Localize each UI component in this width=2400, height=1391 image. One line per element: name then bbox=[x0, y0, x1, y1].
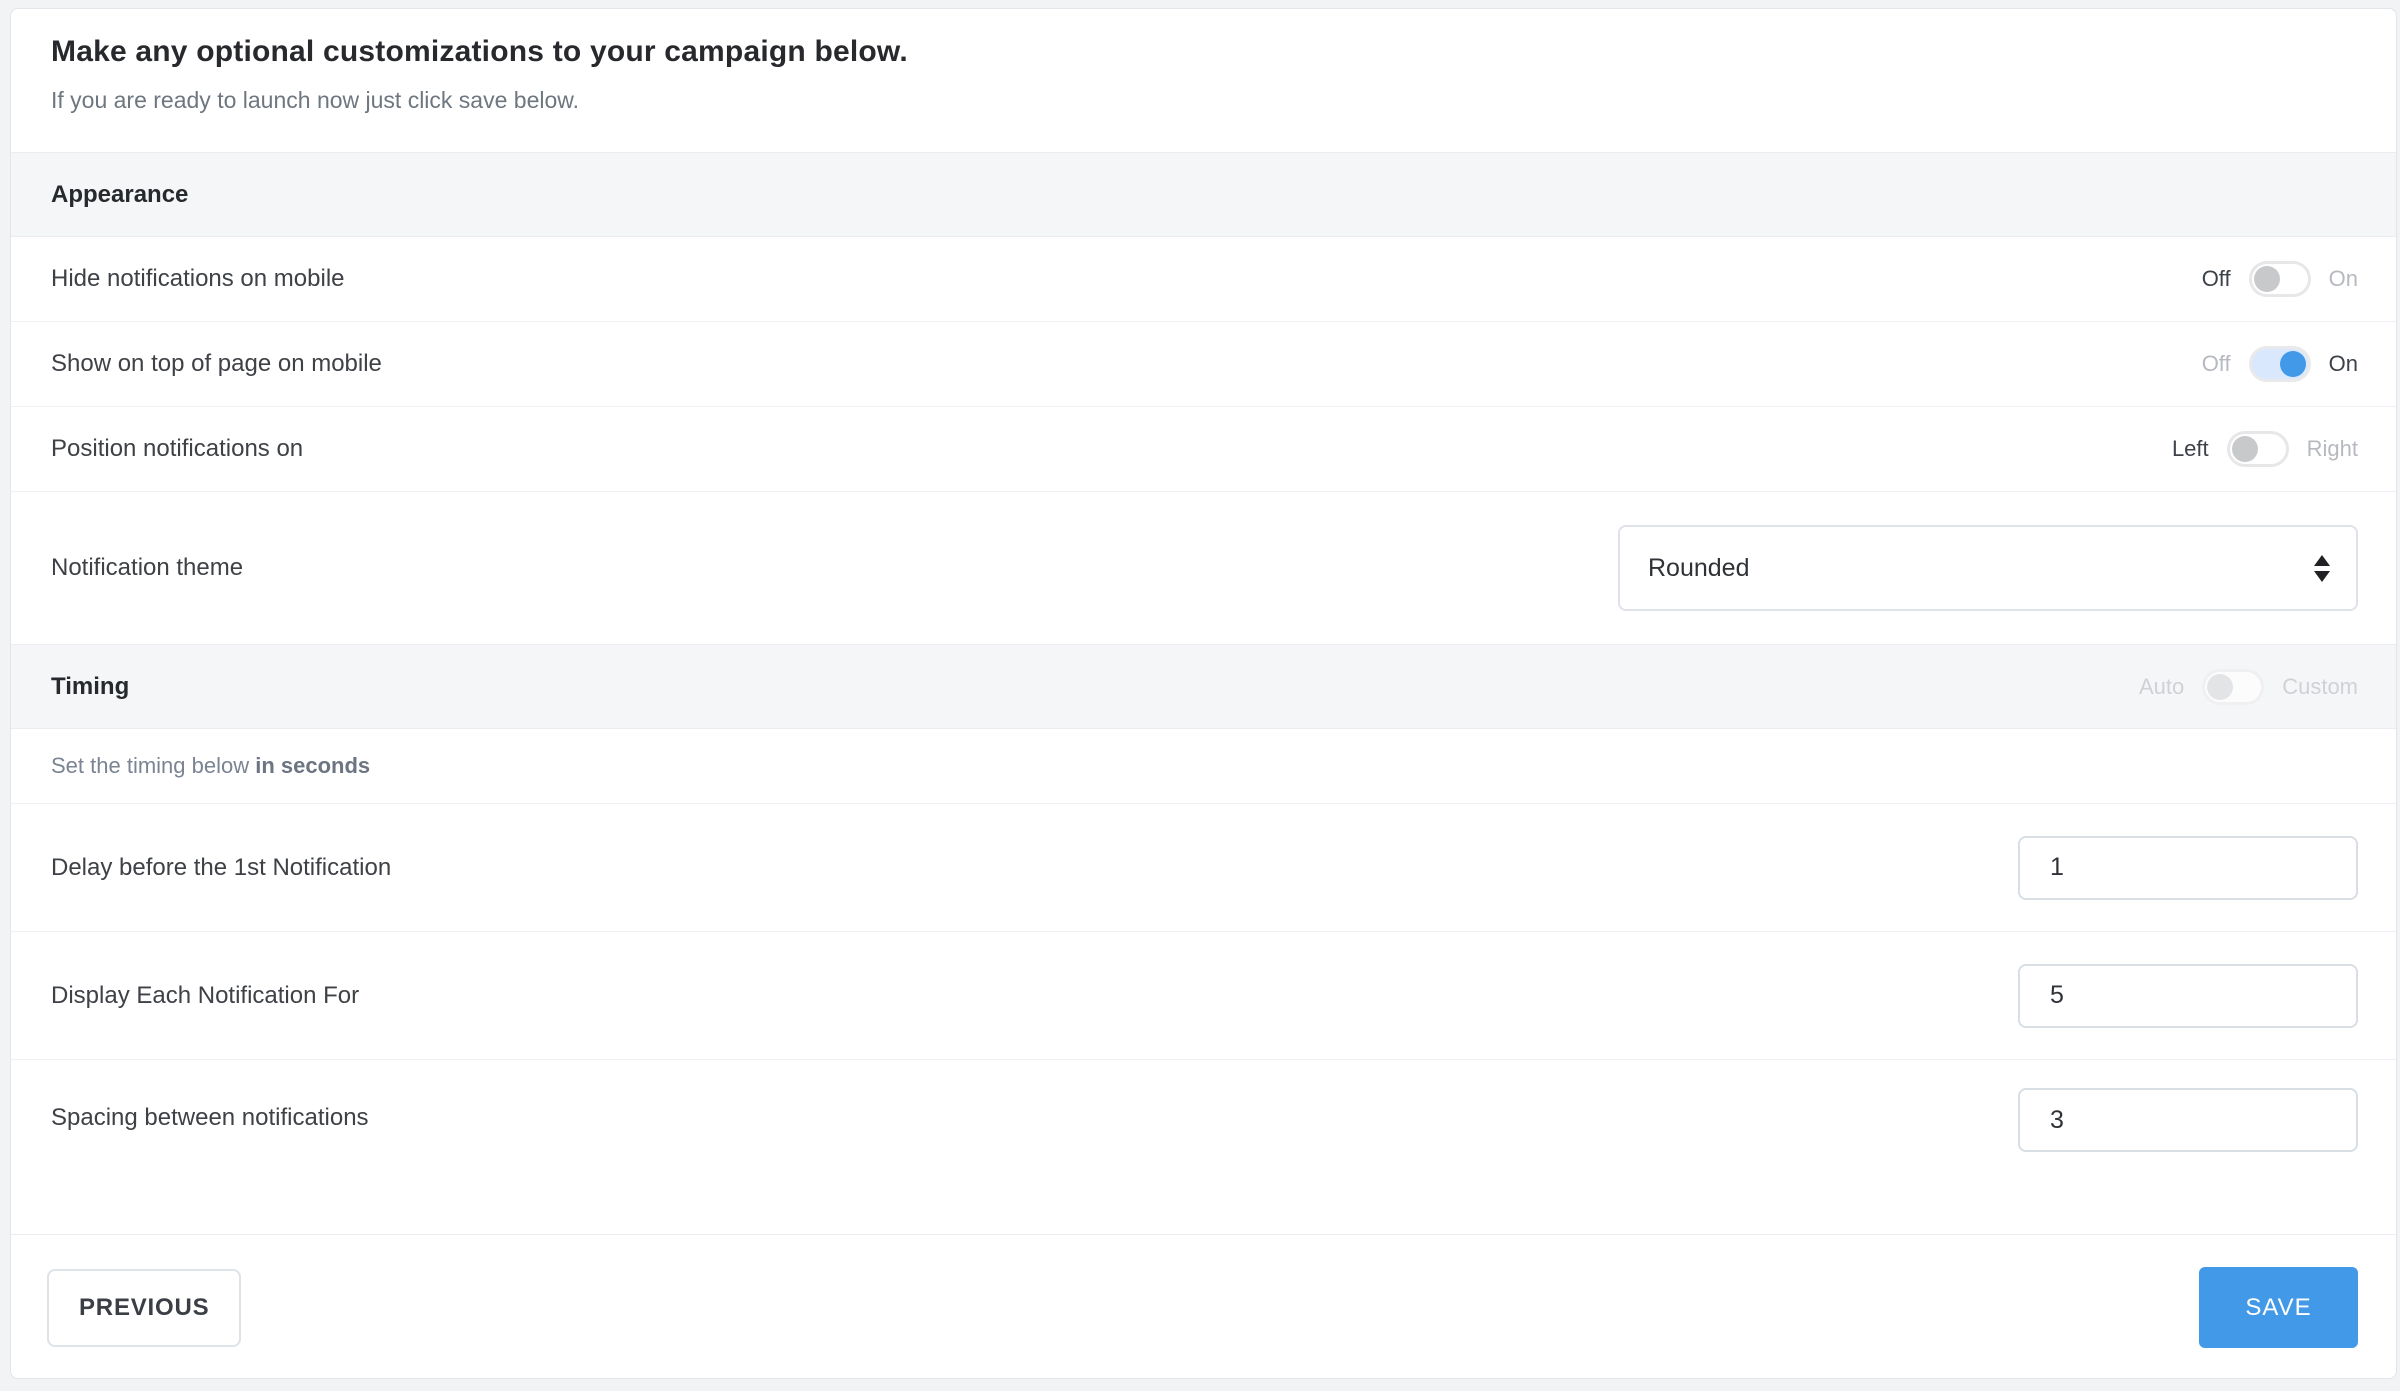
previous-button[interactable]: PREVIOUS bbox=[47, 1268, 242, 1347]
position-notifications-label: Position notifications on bbox=[51, 435, 304, 462]
row-position-notifications: Position notifications on Left Right bbox=[11, 407, 2396, 492]
timing-mode-toggle-group: Auto Custom bbox=[2138, 668, 2358, 705]
display-each-notification-label: Display Each Notification For bbox=[51, 981, 360, 1009]
notification-theme-label: Notification theme bbox=[51, 554, 244, 581]
hide-notifications-on-label: On bbox=[2328, 266, 2358, 291]
switch-knob bbox=[2207, 673, 2234, 700]
hide-notifications-toggle-group: Off On bbox=[2202, 261, 2358, 297]
show-on-top-off-label: Off bbox=[2201, 351, 2231, 376]
timing-note-row: Set the timing below in seconds bbox=[11, 729, 2396, 804]
notification-theme-value: Rounded bbox=[1648, 553, 1750, 582]
spacing-between-notifications-label: Spacing between notifications bbox=[51, 1104, 369, 1131]
page-subtitle: If you are ready to launch now just clic… bbox=[51, 87, 580, 113]
timing-custom-label: Custom bbox=[2282, 673, 2358, 699]
show-on-top-label: Show on top of page on mobile bbox=[51, 350, 382, 377]
delay-first-notification-label: Delay before the 1st Notification bbox=[51, 853, 392, 881]
select-spinner-icon bbox=[2314, 554, 2330, 582]
show-on-top-on-label: On bbox=[2328, 351, 2358, 376]
hide-notifications-off-label: Off bbox=[2201, 266, 2231, 291]
position-right-label: Right bbox=[2306, 436, 2358, 461]
display-each-notification-input[interactable] bbox=[2018, 963, 2358, 1028]
timing-section-title: Timing bbox=[51, 672, 130, 700]
timing-note: Set the timing below in seconds bbox=[51, 753, 370, 779]
appearance-section-bar: Appearance bbox=[11, 152, 2396, 237]
hide-notifications-label: Hide notifications on mobile bbox=[51, 265, 345, 292]
timing-mode-switch[interactable] bbox=[2202, 668, 2265, 705]
spacing-between-notifications-input[interactable] bbox=[2018, 1088, 2358, 1152]
timing-section-bar: Timing Auto Custom bbox=[11, 644, 2396, 729]
page-title: Make any optional customizations to your… bbox=[51, 35, 908, 68]
position-toggle-group: Left Right bbox=[2172, 431, 2358, 467]
timing-auto-label: Auto bbox=[2138, 673, 2185, 699]
notification-theme-select[interactable]: Rounded bbox=[1618, 525, 2358, 611]
panel-footer: PREVIOUS SAVE bbox=[11, 1234, 2396, 1380]
show-on-top-switch[interactable] bbox=[2248, 346, 2311, 382]
row-show-on-top-mobile: Show on top of page on mobile Off On bbox=[11, 322, 2396, 407]
switch-knob bbox=[2279, 351, 2306, 377]
delay-first-notification-input[interactable] bbox=[2018, 835, 2358, 900]
appearance-section-title: Appearance bbox=[51, 180, 189, 208]
show-on-top-toggle-group: Off On bbox=[2202, 346, 2358, 382]
row-delay-first-notification: Delay before the 1st Notification bbox=[11, 804, 2396, 932]
switch-knob bbox=[2231, 436, 2258, 462]
campaign-customization-panel: Make any optional customizations to your… bbox=[10, 8, 2397, 1379]
row-notification-theme: Notification theme Rounded bbox=[11, 492, 2396, 644]
panel-header: Make any optional customizations to your… bbox=[11, 9, 2396, 152]
hide-notifications-switch[interactable] bbox=[2248, 261, 2311, 297]
row-display-each-notification: Display Each Notification For bbox=[11, 932, 2396, 1060]
timing-note-bold: in seconds bbox=[255, 753, 371, 778]
switch-knob bbox=[2253, 266, 2280, 292]
save-button[interactable]: SAVE bbox=[2199, 1267, 2358, 1348]
timing-note-prefix: Set the timing below bbox=[51, 753, 256, 778]
position-switch[interactable] bbox=[2226, 431, 2289, 467]
arrow-up-icon bbox=[2314, 554, 2330, 566]
position-left-label: Left bbox=[2171, 436, 2209, 461]
row-hide-notifications-mobile: Hide notifications on mobile Off On bbox=[11, 237, 2396, 322]
row-spacing-between-notifications: Spacing between notifications bbox=[11, 1060, 2396, 1234]
arrow-down-icon bbox=[2314, 570, 2330, 582]
